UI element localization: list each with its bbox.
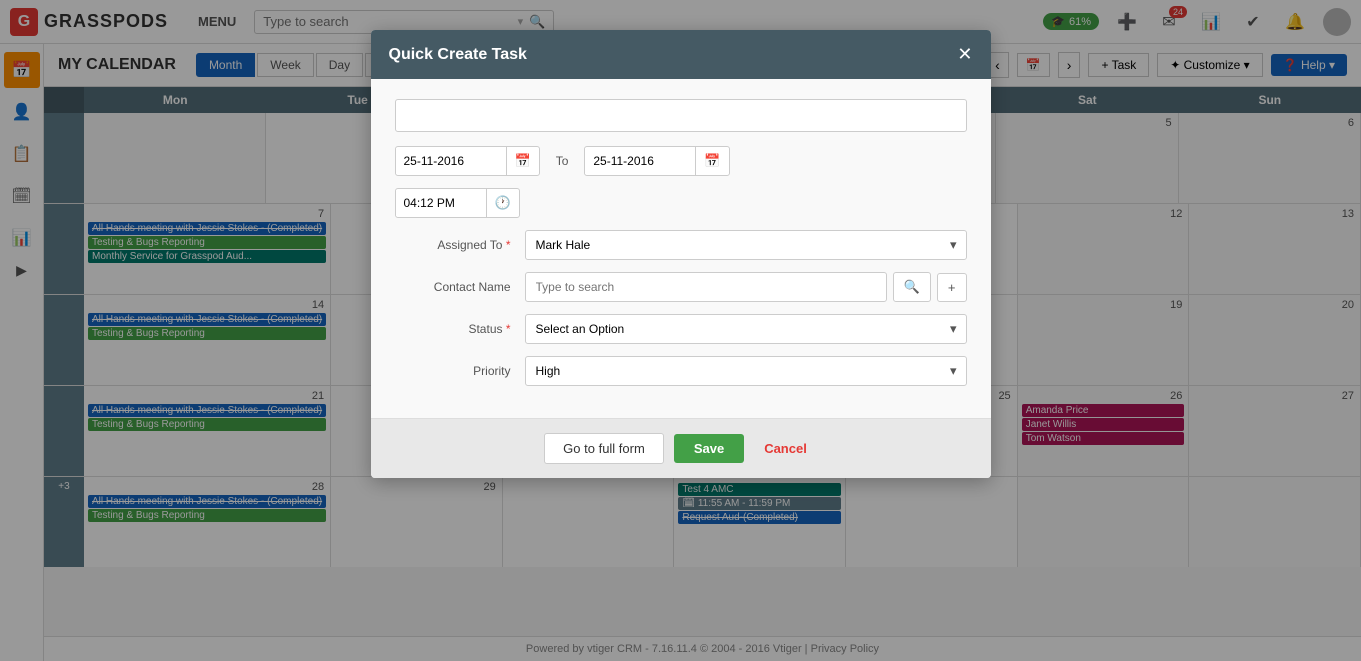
quick-create-modal: Quick Create Task ✕ 📅 To 📅 [371,30,991,478]
priority-control: High Medium Low [525,356,967,386]
modal-footer: Go to full form Save Cancel [371,418,991,478]
modal-body: 📅 To 📅 🕐 Assigned To * [371,79,991,418]
assigned-to-label: Assigned To * [395,238,525,252]
assigned-to-select-wrapper: Mark Hale [525,230,967,260]
time-row: 🕐 [395,188,967,218]
assigned-to-required: * [506,238,511,252]
priority-label: Priority [395,364,525,378]
modal-title: Quick Create Task [389,46,527,64]
clock-icon[interactable]: 🕐 [486,189,519,217]
to-date-input[interactable] [585,148,695,174]
priority-row: Priority High Medium Low [395,356,967,386]
save-button[interactable]: Save [674,434,744,463]
modal-overlay: Quick Create Task ✕ 📅 To 📅 [0,0,1361,661]
status-select[interactable]: Select an Option [525,314,967,344]
time-input[interactable] [396,190,486,216]
modal-header: Quick Create Task ✕ [371,30,991,79]
contact-name-control: 🔍 + [525,272,967,302]
from-date-calendar-icon[interactable]: 📅 [506,147,539,175]
status-row: Status * Select an Option [395,314,967,344]
cancel-button[interactable]: Cancel [754,434,817,463]
time-field: 🕐 [395,188,520,218]
assigned-to-row: Assigned To * Mark Hale [395,230,967,260]
contact-name-input[interactable] [525,272,887,302]
priority-select-wrapper: High Medium Low [525,356,967,386]
task-name-input[interactable] [395,99,967,132]
contact-name-label: Contact Name [395,280,525,294]
date-row: 📅 To 📅 [395,146,967,176]
modal-close-button[interactable]: ✕ [957,44,972,65]
contact-search-button[interactable]: 🔍 [893,272,931,302]
go-to-full-form-button[interactable]: Go to full form [544,433,664,464]
status-select-wrapper: Select an Option [525,314,967,344]
from-date-field: 📅 [395,146,540,176]
priority-select[interactable]: High Medium Low [525,356,967,386]
status-control: Select an Option [525,314,967,344]
status-required: * [506,322,511,336]
to-date-field: 📅 [584,146,729,176]
status-label: Status * [395,322,525,336]
assigned-to-select[interactable]: Mark Hale [525,230,967,260]
contact-add-button[interactable]: + [937,273,967,302]
contact-name-row: Contact Name 🔍 + [395,272,967,302]
contact-row: 🔍 + [525,272,967,302]
assigned-to-control: Mark Hale [525,230,967,260]
to-label: To [550,154,575,168]
to-date-calendar-icon[interactable]: 📅 [695,147,728,175]
from-date-input[interactable] [396,148,506,174]
